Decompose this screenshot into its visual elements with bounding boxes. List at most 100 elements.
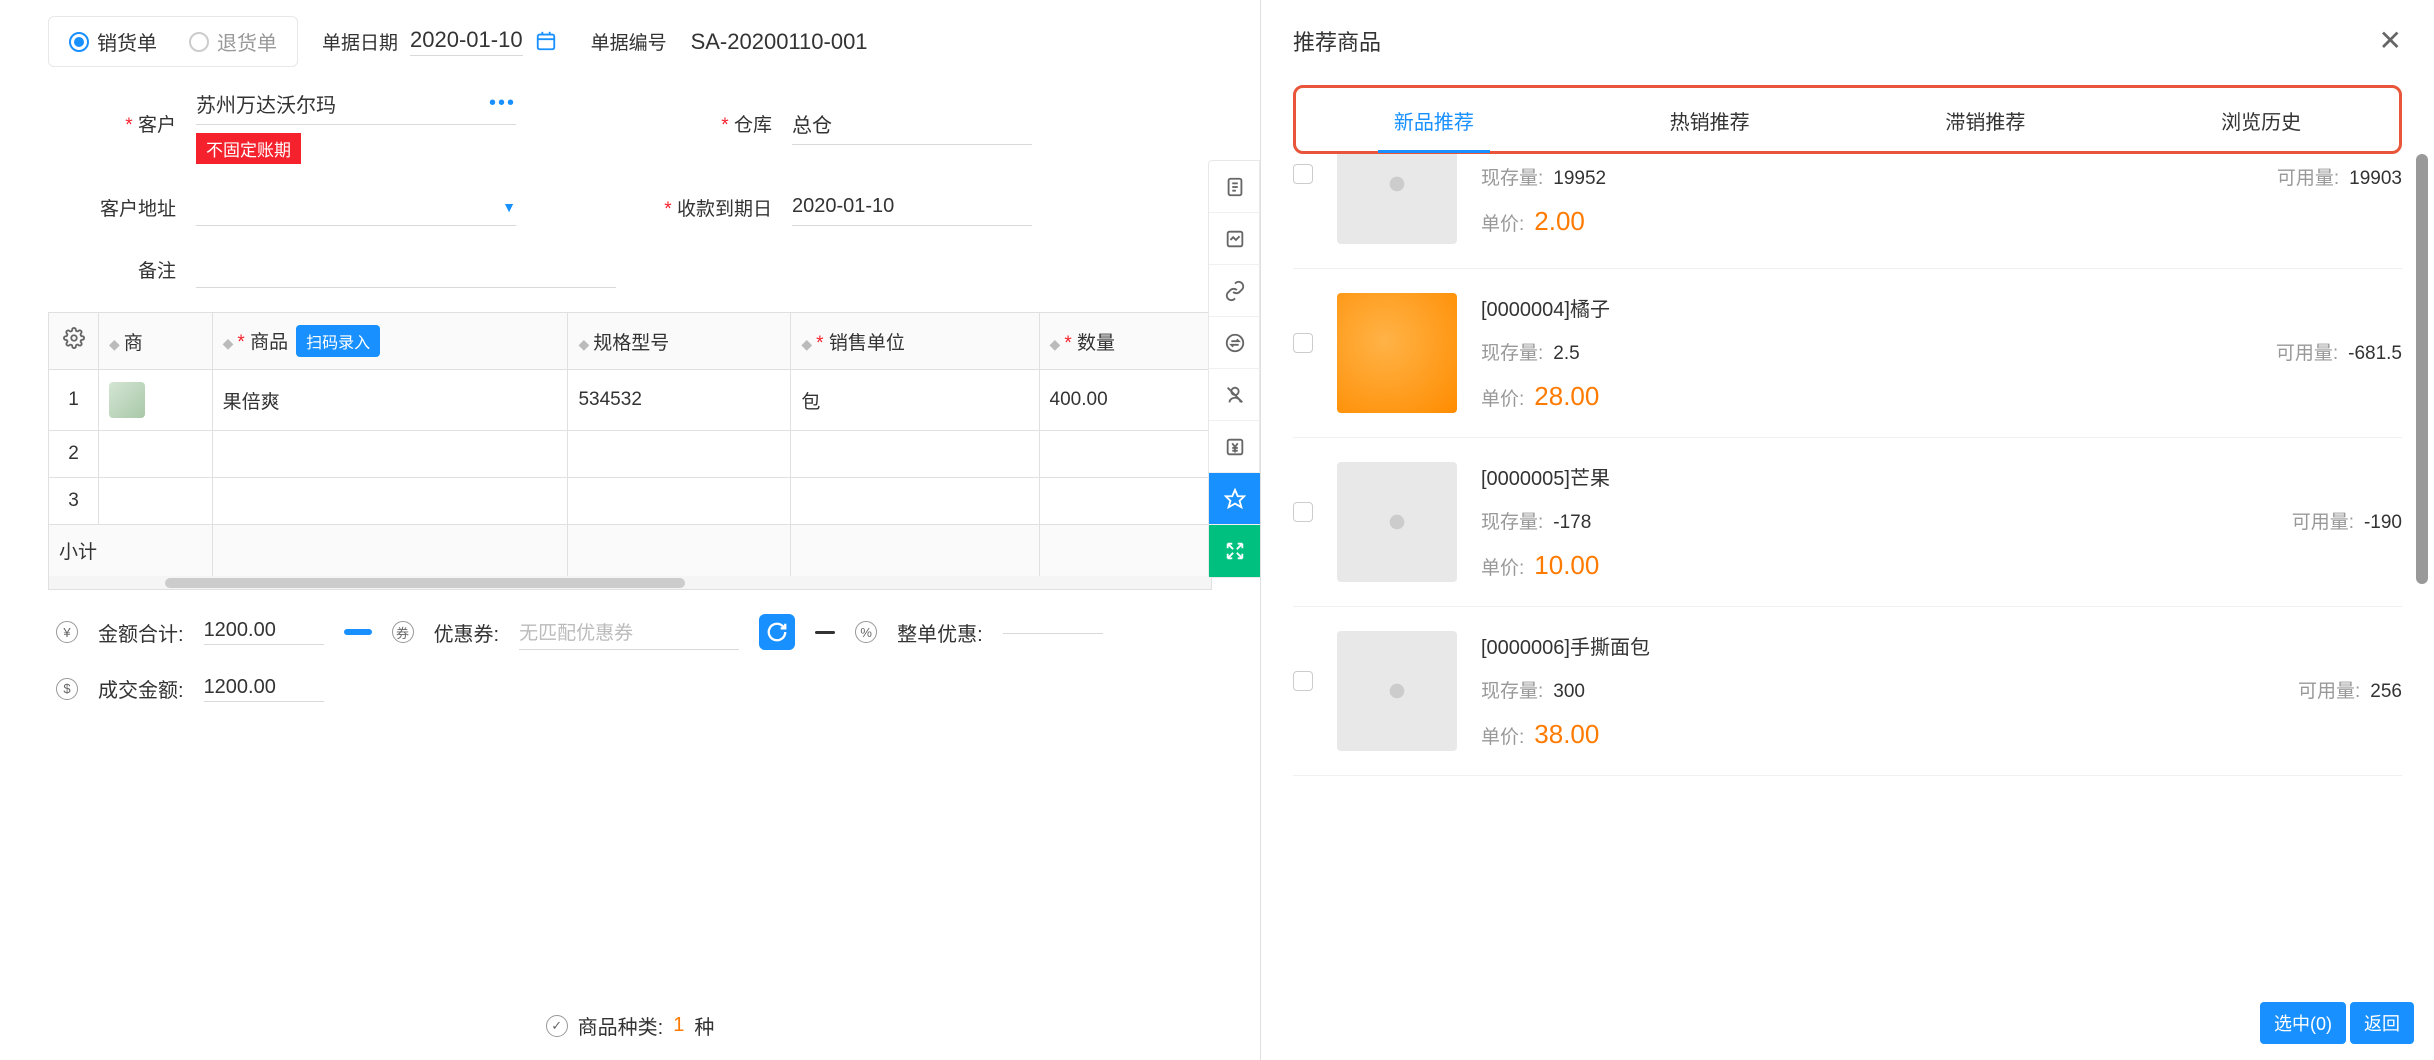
row-spec[interactable]: 534532 xyxy=(568,370,791,431)
chart-button[interactable] xyxy=(1209,213,1261,265)
product-row: [0000006]手撕面包 现存量:300 可用量:256 单价:38.00 xyxy=(1293,607,2402,776)
radio-sale-order[interactable]: 销货单 xyxy=(69,27,157,56)
product-checkbox[interactable] xyxy=(1293,164,1313,184)
more-icon[interactable]: ••• xyxy=(489,92,516,115)
tab-history[interactable]: 浏览历史 xyxy=(2197,90,2325,151)
due-date-label: 收款到期日 xyxy=(660,194,772,221)
period-tag: 不固定账期 xyxy=(196,133,301,164)
doc-serial-value: SA-20200110-001 xyxy=(691,29,868,55)
exchange-button[interactable] xyxy=(1209,317,1261,369)
price-value: 2.00 xyxy=(1534,206,1585,236)
dash-icon xyxy=(344,629,372,635)
price-label: 单价: xyxy=(1481,214,1524,235)
col-qty-label: 数量 xyxy=(1077,333,1115,354)
stock-value: 300 xyxy=(1553,681,1585,702)
col-merchant[interactable]: ◆商 xyxy=(99,313,213,370)
col-product[interactable]: ◆* 商品扫码录入 xyxy=(212,313,568,370)
remark-label: 备注 xyxy=(64,256,176,283)
radio-return-order[interactable]: 退货单 xyxy=(189,27,277,56)
stock-value: -178 xyxy=(1553,512,1591,533)
table-row[interactable]: 2 xyxy=(49,431,1212,478)
chevron-down-icon[interactable]: ▼ xyxy=(502,199,516,215)
radio-sale-label: 销货单 xyxy=(97,27,157,56)
coupon-icon: 券 xyxy=(392,621,414,643)
price-value: 10.00 xyxy=(1534,550,1599,580)
sort-icon: ◆ xyxy=(109,336,120,352)
due-date-value: 2020-01-10 xyxy=(792,195,894,218)
placeholder-icon xyxy=(1386,680,1408,702)
tab-slow-products[interactable]: 滞销推荐 xyxy=(1921,90,2049,151)
product-title: [0000005]芒果 xyxy=(1481,462,2402,491)
minus-icon xyxy=(815,631,835,634)
product-image xyxy=(1337,293,1457,413)
panel-title: 推荐商品 xyxy=(1293,25,1381,57)
link-icon xyxy=(1224,280,1246,302)
table-row[interactable]: 1 果倍爽 534532 包 400.00 xyxy=(49,370,1212,431)
sort-icon: ◆ xyxy=(578,336,589,352)
discount-icon: % xyxy=(855,621,877,643)
tab-new-products[interactable]: 新品推荐 xyxy=(1370,90,1498,151)
refresh-button[interactable] xyxy=(759,614,795,650)
warehouse-input[interactable]: 总仓 xyxy=(792,103,1032,145)
radio-dot-icon xyxy=(189,32,209,52)
product-checkbox[interactable] xyxy=(1293,671,1313,691)
avail-value: 256 xyxy=(2370,681,2402,702)
doc-date-value[interactable]: 2020-01-10 xyxy=(410,27,523,56)
price-label: 单价: xyxy=(1481,727,1524,748)
back-button[interactable]: 返回 xyxy=(2350,1002,2414,1044)
table-row[interactable]: 3 xyxy=(49,478,1212,525)
currency-button[interactable] xyxy=(1209,421,1261,473)
gear-icon xyxy=(63,327,85,349)
whole-discount-input[interactable] xyxy=(1003,631,1103,634)
col-spec[interactable]: ◆规格型号 xyxy=(568,313,791,370)
address-input[interactable]: ▼ xyxy=(196,188,516,226)
product-checkbox[interactable] xyxy=(1293,502,1313,522)
horizontal-scrollbar[interactable] xyxy=(48,576,1212,590)
row-unit[interactable]: 包 xyxy=(791,370,1039,431)
scan-entry-button[interactable]: 扫码录入 xyxy=(296,325,380,357)
product-checkbox[interactable] xyxy=(1293,333,1313,353)
product-image xyxy=(1337,462,1457,582)
person-button[interactable] xyxy=(1209,369,1261,421)
notes-button[interactable] xyxy=(1209,161,1261,213)
close-icon[interactable]: ✕ xyxy=(2379,24,2402,57)
row-product[interactable]: 果倍爽 xyxy=(212,370,568,431)
price-value: 38.00 xyxy=(1534,719,1599,749)
stock-label: 现存量: xyxy=(1481,681,1543,702)
customer-input[interactable]: 苏州万达沃尔玛 ••• xyxy=(196,83,516,125)
star-icon xyxy=(1224,488,1246,510)
exchange-icon xyxy=(1224,332,1246,354)
remark-input[interactable] xyxy=(196,250,616,288)
selected-count-button[interactable]: 选中(0) xyxy=(2260,1002,2346,1044)
avail-value: -681.5 xyxy=(2348,343,2402,364)
expand-button[interactable] xyxy=(1209,525,1261,577)
recommend-tabs-highlight: 新品推荐 热销推荐 滞销推荐 浏览历史 xyxy=(1293,85,2402,154)
due-date-input[interactable]: 2020-01-10 xyxy=(792,188,1032,226)
deal-label: 成交金额: xyxy=(98,674,184,703)
col-qty[interactable]: ◆* 数量 xyxy=(1039,313,1211,370)
sort-icon: ◆ xyxy=(223,335,234,351)
col-unit[interactable]: ◆* 销售单位 xyxy=(791,313,1039,370)
coupon-input[interactable]: 无匹配优惠券 xyxy=(519,614,739,650)
gear-header[interactable] xyxy=(49,313,99,370)
link-button[interactable] xyxy=(1209,265,1261,317)
star-button[interactable] xyxy=(1209,473,1261,525)
col-product-label: 商品 xyxy=(250,332,288,353)
avail-label: 可用量: xyxy=(2298,681,2360,702)
product-list[interactable]: 250ml 现存量:19952 可用量:19903 单价:2.00 [00000… xyxy=(1261,154,2434,1060)
scroll-thumb[interactable] xyxy=(165,578,685,588)
person-icon xyxy=(1224,384,1246,406)
sort-icon: ◆ xyxy=(801,336,812,352)
calendar-icon[interactable] xyxy=(535,30,559,54)
price-value: 28.00 xyxy=(1534,381,1599,411)
footer: ✓ 商品种类: 1 种 xyxy=(0,991,1260,1060)
tab-hot-products[interactable]: 热销推荐 xyxy=(1646,90,1774,151)
vertical-scrollbar[interactable] xyxy=(2416,154,2428,584)
subtotal-label: 小计 xyxy=(49,525,213,577)
avail-value: -190 xyxy=(2364,512,2402,533)
product-row: 250ml 现存量:19952 可用量:19903 单价:2.00 xyxy=(1293,154,2402,269)
doc-serial-label: 单据编号 xyxy=(591,28,667,55)
radio-return-label: 退货单 xyxy=(217,27,277,56)
row-qty[interactable]: 400.00 xyxy=(1039,370,1211,431)
side-toolbar xyxy=(1208,160,1260,578)
